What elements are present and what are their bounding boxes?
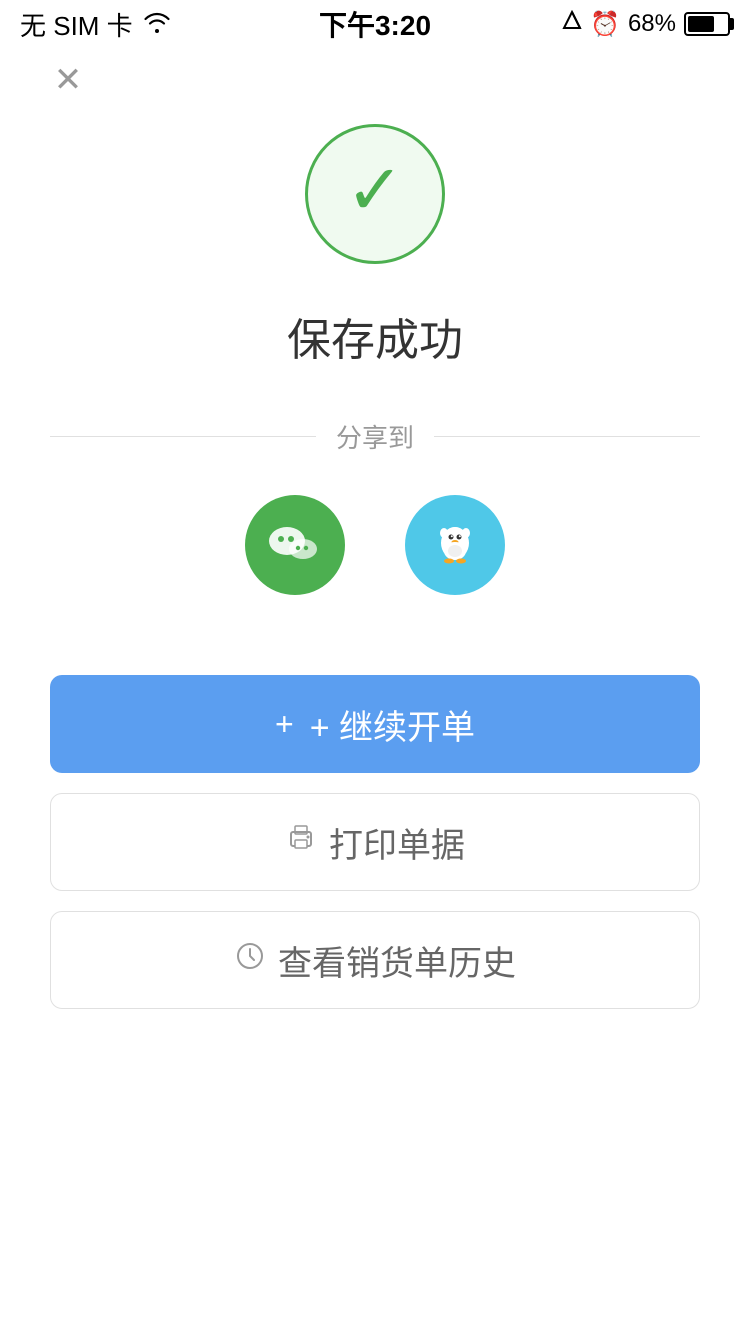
action-buttons: + + 继续开单 打印单据 查看销货单历史 (50, 675, 700, 1009)
qq-icon (425, 515, 485, 575)
status-right: ⏰ 68% (562, 10, 730, 39)
history-label: 查看销货单历史 (278, 936, 516, 985)
status-time: 下午3:20 (319, 4, 431, 44)
divider-line-right (434, 436, 700, 437)
continue-order-button[interactable]: + + 继续开单 (50, 675, 700, 773)
success-title: 保存成功 (287, 304, 463, 368)
qq-share-button[interactable] (405, 495, 505, 595)
battery-icon (684, 12, 730, 36)
divider-line-left (50, 436, 316, 437)
share-divider: 分享到 (50, 418, 700, 455)
print-button[interactable]: 打印单据 (50, 793, 700, 891)
continue-order-label: + 继续开单 (310, 700, 475, 749)
wechat-icon (265, 515, 325, 575)
wechat-share-button[interactable] (245, 495, 345, 595)
plus-icon: + (275, 706, 294, 743)
success-circle: ✓ (305, 124, 445, 264)
battery-percent: 68% (628, 10, 676, 38)
carrier-text: 无 SIM 卡 (20, 6, 133, 43)
history-icon (234, 940, 266, 981)
wifi-icon (143, 9, 171, 40)
share-icons (245, 495, 505, 595)
close-button[interactable]: ✕ (44, 56, 92, 104)
history-button[interactable]: 查看销货单历史 (50, 911, 700, 1009)
status-left: 无 SIM 卡 (20, 6, 171, 43)
main-content: ✓ 保存成功 分享到 (0, 44, 750, 1009)
alarm-icon: ⏰ (590, 10, 620, 39)
location-icon (562, 10, 582, 39)
status-bar: 无 SIM 卡 下午3:20 ⏰ 68% (0, 0, 750, 44)
share-label: 分享到 (336, 418, 414, 455)
print-icon (285, 822, 317, 863)
checkmark-icon: ✓ (346, 155, 405, 225)
close-icon: ✕ (54, 63, 83, 97)
print-label: 打印单据 (329, 818, 465, 867)
